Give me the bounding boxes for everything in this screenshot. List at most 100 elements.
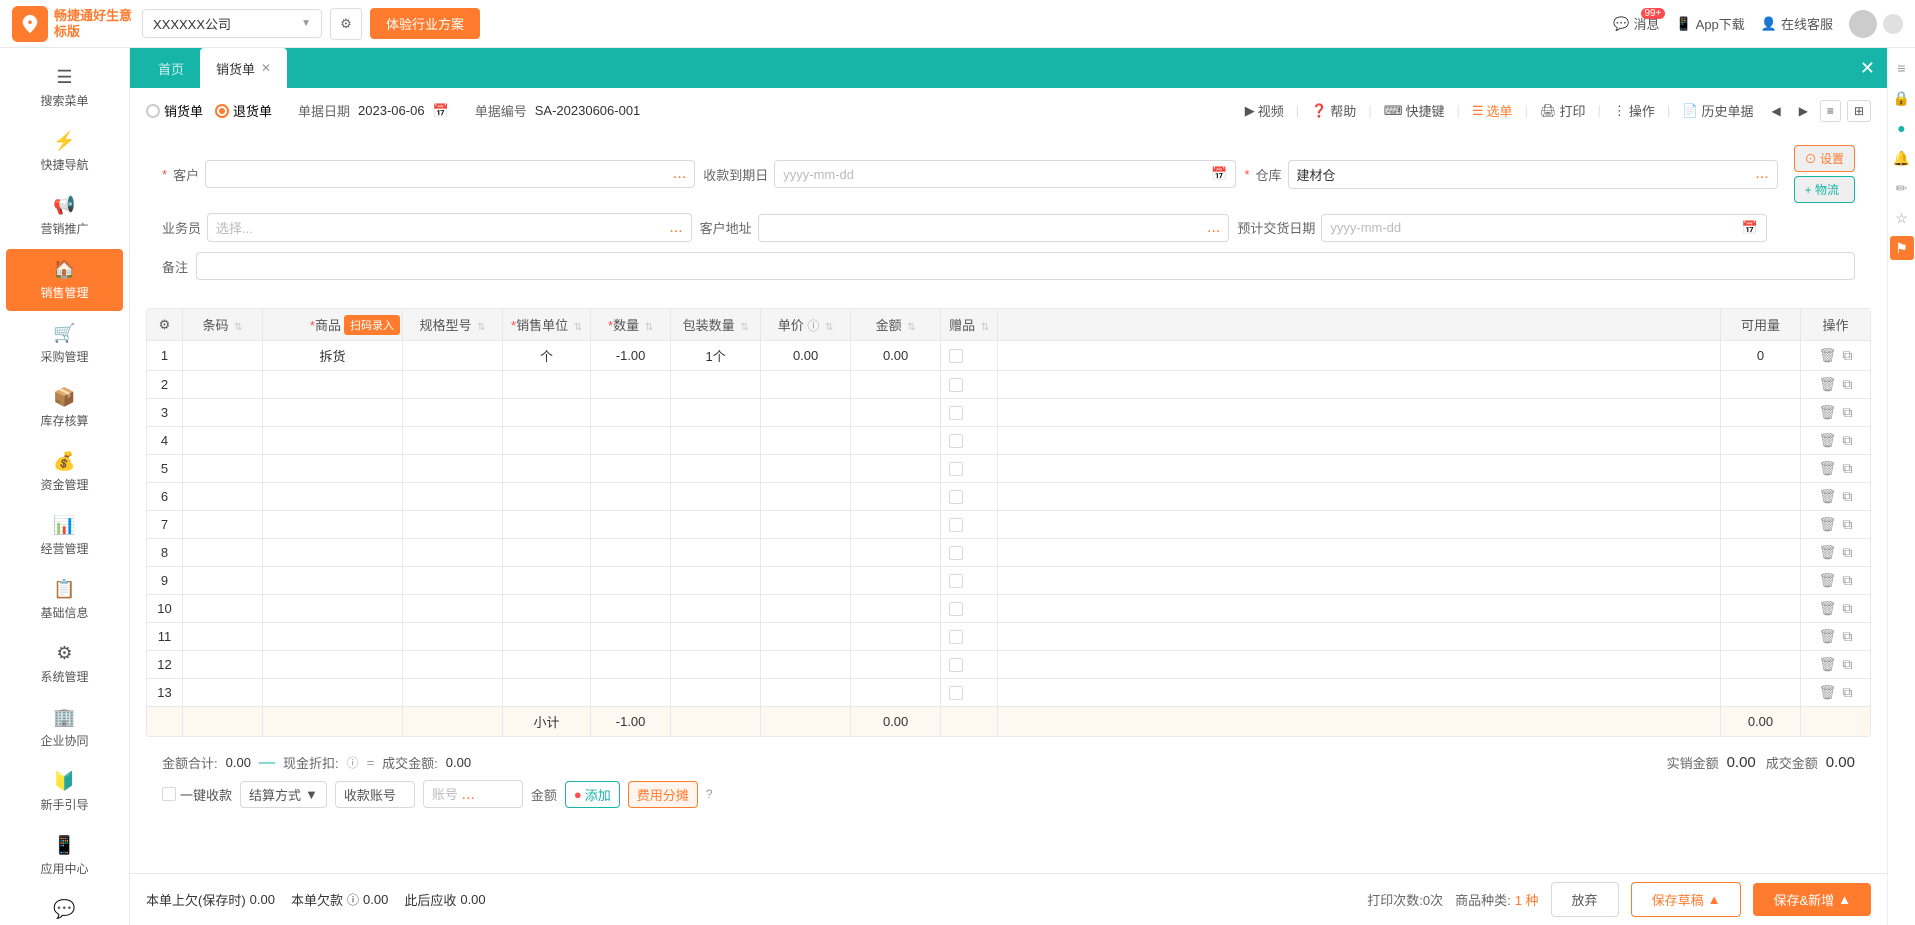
row-price[interactable] xyxy=(761,371,851,399)
row-qty[interactable] xyxy=(591,651,671,679)
row-pkgqty[interactable] xyxy=(671,595,761,623)
payment-due-input[interactable]: yyyy-mm-dd 📅 xyxy=(774,160,1236,188)
row-pkgqty[interactable] xyxy=(671,623,761,651)
row-amount[interactable] xyxy=(851,371,941,399)
row-amount[interactable] xyxy=(851,427,941,455)
row-amount[interactable] xyxy=(851,483,941,511)
rp-icon-edit[interactable]: ✏ xyxy=(1890,176,1914,200)
row-barcode[interactable] xyxy=(183,679,263,707)
row-pkgqty[interactable] xyxy=(671,399,761,427)
row-price[interactable] xyxy=(761,567,851,595)
warehouse-input[interactable]: 建材仓 ... xyxy=(1288,160,1778,189)
row-unit[interactable] xyxy=(503,483,591,511)
print-btn[interactable]: 🖨 打印 xyxy=(1534,98,1592,123)
sidebar-item-guide[interactable]: 🔰 新手引导 xyxy=(6,761,123,823)
delete-row-icon[interactable]: 🗑 xyxy=(1819,656,1837,673)
row-pkgqty[interactable] xyxy=(671,371,761,399)
row-amount[interactable]: 0.00 xyxy=(851,341,941,371)
row-qty[interactable] xyxy=(591,595,671,623)
row-amount[interactable] xyxy=(851,595,941,623)
row-amount[interactable] xyxy=(851,567,941,595)
gift-checkbox[interactable] xyxy=(949,434,963,448)
row-gift[interactable] xyxy=(941,595,998,623)
row-barcode[interactable] xyxy=(183,539,263,567)
row-product[interactable] xyxy=(263,623,403,651)
sidebar-item-system[interactable]: ⚙ 系统管理 xyxy=(6,633,123,695)
row-barcode[interactable] xyxy=(183,483,263,511)
delete-row-icon[interactable]: 🗑 xyxy=(1819,628,1837,645)
row-pkgqty[interactable] xyxy=(671,679,761,707)
gift-checkbox[interactable] xyxy=(949,462,963,476)
expense-button[interactable]: 费用分摊 xyxy=(628,781,698,808)
row-barcode[interactable] xyxy=(183,341,263,371)
row-unit[interactable] xyxy=(503,539,591,567)
row-gift[interactable] xyxy=(941,651,998,679)
sort-unit-icon[interactable]: ⇅ xyxy=(574,322,582,333)
one-click-pay-checkbox[interactable]: 一键收款 xyxy=(162,785,232,804)
row-spec[interactable] xyxy=(403,679,503,707)
row-spec[interactable] xyxy=(403,567,503,595)
sidebar-item-app-center[interactable]: 📱 应用中心 xyxy=(6,825,123,887)
row-amount[interactable] xyxy=(851,623,941,651)
row-qty[interactable] xyxy=(591,455,671,483)
online-service-action[interactable]: 👤 在线客服 xyxy=(1761,14,1833,33)
delete-row-icon[interactable]: 🗑 xyxy=(1819,488,1837,505)
rp-icon-bell[interactable]: 🔔 xyxy=(1890,146,1914,170)
sort-gift-icon[interactable]: ⇅ xyxy=(981,322,989,333)
copy-row-icon[interactable]: ⧉ xyxy=(1842,404,1852,421)
video-btn[interactable]: ▶ 视频 xyxy=(1239,98,1290,123)
account-select[interactable]: 收款账号 xyxy=(335,781,415,808)
sort-pkgqty-icon[interactable]: ⇅ xyxy=(740,322,748,333)
sidebar-item-enterprise[interactable]: 🏢 企业协同 xyxy=(6,697,123,759)
expense-info-icon[interactable]: ? xyxy=(706,787,713,801)
payment-due-calendar-icon[interactable]: 📅 xyxy=(1211,166,1227,182)
sidebar-item-search[interactable]: ☰ 搜索菜单 xyxy=(6,57,123,119)
row-barcode[interactable] xyxy=(183,427,263,455)
gift-checkbox[interactable] xyxy=(949,490,963,504)
operate-btn[interactable]: ⋮ 操作 xyxy=(1607,98,1661,123)
rp-icon-list[interactable]: ≡ xyxy=(1890,56,1914,80)
gift-checkbox[interactable] xyxy=(949,406,963,420)
sort-amount-icon[interactable]: ⇅ xyxy=(907,322,915,333)
logistics-button[interactable]: + 物流 xyxy=(1794,176,1855,203)
delete-row-icon[interactable]: 🗑 xyxy=(1819,572,1837,589)
row-price[interactable] xyxy=(761,651,851,679)
row-gift[interactable] xyxy=(941,427,998,455)
sidebar-item-operations[interactable]: 📊 经营管理 xyxy=(6,505,123,567)
copy-row-icon[interactable]: ⧉ xyxy=(1842,656,1852,673)
gift-checkbox[interactable] xyxy=(949,378,963,392)
row-spec[interactable] xyxy=(403,595,503,623)
row-spec[interactable] xyxy=(403,651,503,679)
row-unit[interactable] xyxy=(503,651,591,679)
row-price[interactable] xyxy=(761,455,851,483)
row-spec[interactable] xyxy=(403,399,503,427)
delete-row-icon[interactable]: 🗑 xyxy=(1819,432,1837,449)
row-unit[interactable]: 个 xyxy=(503,341,591,371)
sort-qty-icon[interactable]: ⇅ xyxy=(645,322,653,333)
row-price[interactable] xyxy=(761,679,851,707)
row-amount[interactable] xyxy=(851,399,941,427)
row-product[interactable] xyxy=(263,483,403,511)
row-price[interactable] xyxy=(761,623,851,651)
sidebar-item-marketing[interactable]: 📢 营销推广 xyxy=(6,185,123,247)
price-info-icon[interactable]: ⓘ xyxy=(807,319,819,333)
discount-info-icon[interactable]: ⓘ xyxy=(347,754,359,771)
row-qty[interactable] xyxy=(591,399,671,427)
row-gift[interactable] xyxy=(941,511,998,539)
row-pkgqty[interactable] xyxy=(671,539,761,567)
row-barcode[interactable] xyxy=(183,511,263,539)
row-pkgqty[interactable] xyxy=(671,651,761,679)
row-qty[interactable]: -1.00 xyxy=(591,341,671,371)
expected-date-calendar-icon[interactable]: 📅 xyxy=(1742,220,1758,236)
row-price[interactable] xyxy=(761,399,851,427)
calendar-icon[interactable]: 📅 xyxy=(433,103,449,119)
warehouse-expand-icon[interactable]: ... xyxy=(1755,165,1768,183)
messages-action[interactable]: 💬 消息 99+ xyxy=(1613,14,1659,33)
row-unit[interactable] xyxy=(503,455,591,483)
row-unit[interactable] xyxy=(503,399,591,427)
app-download-action[interactable]: 📱 App下载 xyxy=(1675,14,1744,33)
row-gift[interactable] xyxy=(941,567,998,595)
row-product[interactable] xyxy=(263,567,403,595)
gift-checkbox[interactable] xyxy=(949,574,963,588)
row-spec[interactable] xyxy=(403,427,503,455)
